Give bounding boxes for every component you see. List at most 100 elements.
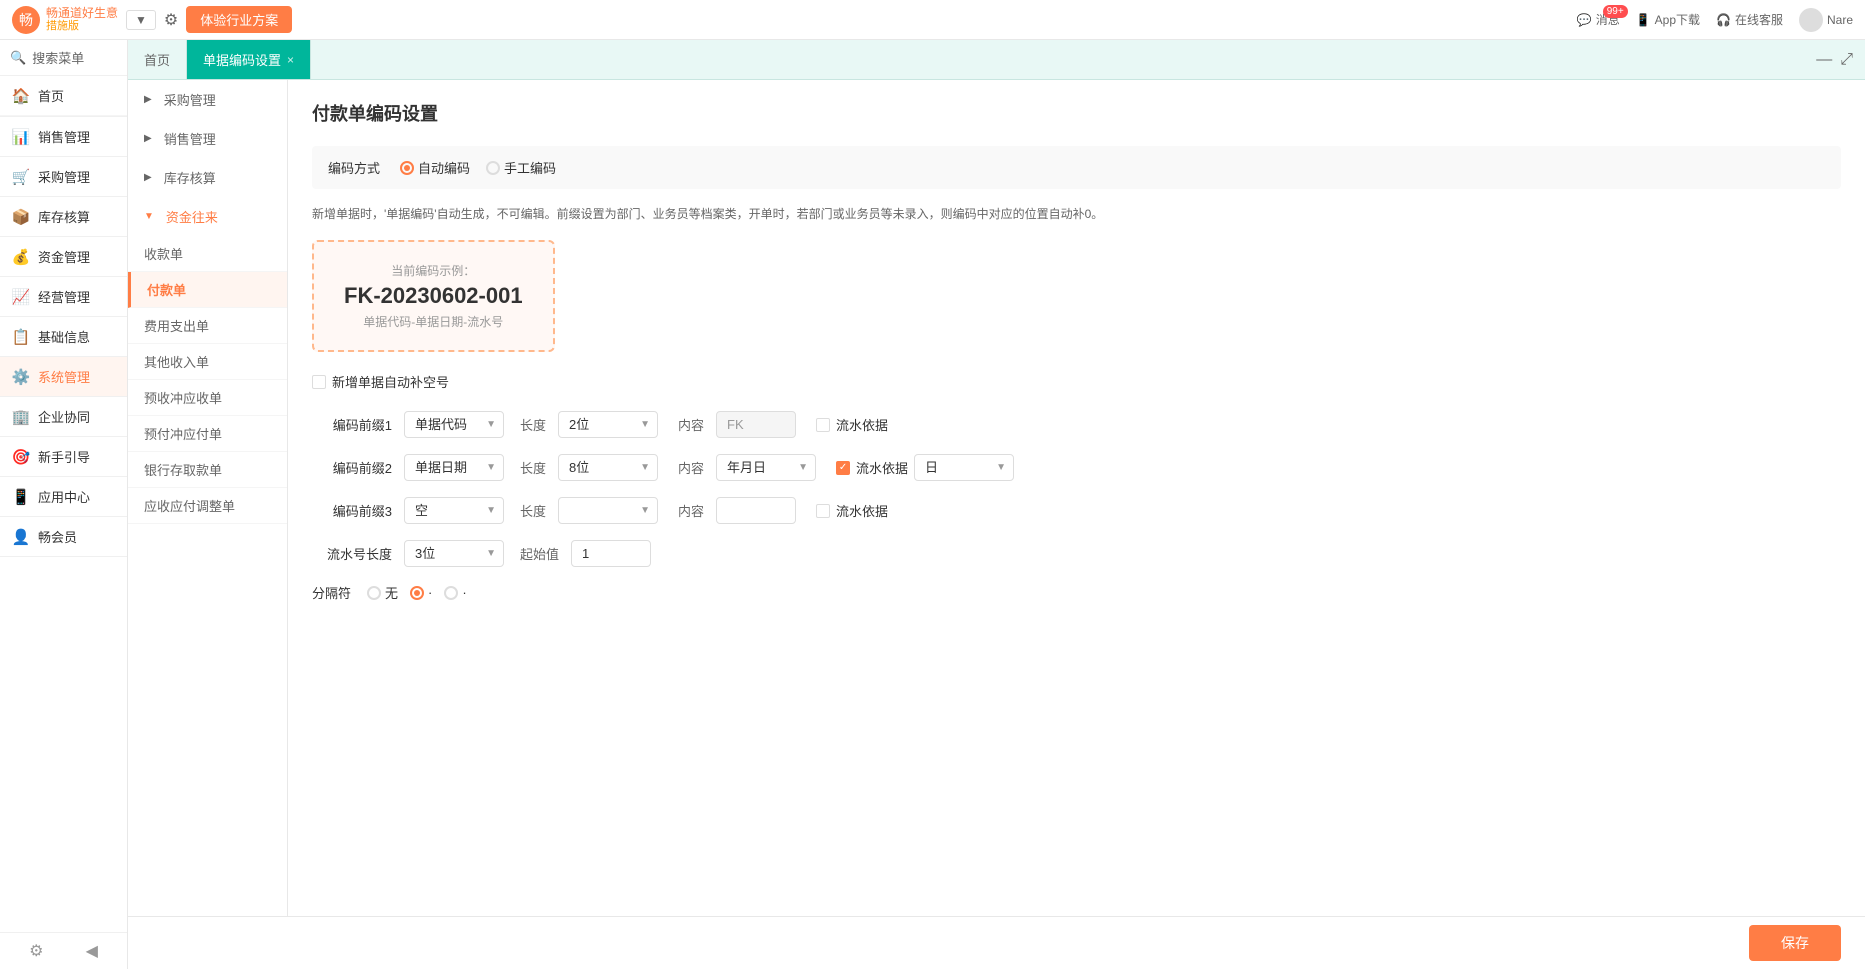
prefix2-flow-period-wrapper: 日	[914, 454, 1014, 481]
prefix3-length-select-wrapper	[558, 497, 658, 524]
manual-encoding-radio[interactable]: 手工编码	[486, 158, 556, 177]
minimize-button[interactable]: —	[1816, 51, 1832, 69]
sidebar-item-sales[interactable]: 📊 销售管理	[0, 117, 127, 156]
nav-inventory: 📦 库存核算	[0, 197, 127, 237]
prefix1-select-wrapper: 单据代码	[404, 411, 504, 438]
prefix1-select[interactable]: 单据代码	[404, 411, 504, 438]
main-layout: 🔍 搜索菜单 🏠 首页 📊 销售管理 🛒 采购管理 📦 库存核算	[0, 40, 1865, 969]
inner-layout: ▶ 采购管理 ▶ 销售管理 ▶ 库存核算 ▼ 资金往来 收款单 付款单	[128, 80, 1865, 916]
nav-system: ⚙️ 系统管理	[0, 357, 127, 397]
prefix3-flow-group: 流水依据	[816, 501, 888, 520]
prefix3-flow-label: 流水依据	[836, 501, 888, 520]
submenu-purchase[interactable]: ▶ 采购管理	[128, 80, 287, 119]
submenu-expense[interactable]: 费用支出单	[128, 308, 287, 344]
top-bar-controls: ▼ ⚙ 体验行业方案	[126, 6, 292, 33]
sep-dash-radio[interactable]: ·	[410, 585, 432, 600]
prefix2-length-select[interactable]: 8位	[558, 454, 658, 481]
separator-row: 分隔符 无 · ·	[312, 583, 1841, 602]
prefix1-length-select-wrapper: 2位	[558, 411, 658, 438]
collapse-sidebar-button[interactable]: ◀	[86, 941, 98, 961]
submenu-receivable-adjust[interactable]: 应收应付调整单	[128, 488, 287, 524]
prefix1-content-input[interactable]	[716, 411, 796, 438]
sidebar-item-home[interactable]: 🏠 首页	[0, 76, 127, 116]
sidebar-item-operations[interactable]: 📈 经营管理	[0, 277, 127, 316]
auto-fill-checkbox[interactable]	[312, 375, 326, 389]
tab-home[interactable]: 首页	[128, 40, 187, 79]
tab-close-icon[interactable]: ×	[287, 53, 294, 67]
save-button[interactable]: 保存	[1749, 925, 1841, 961]
prefix2-select[interactable]: 单据日期	[404, 454, 504, 481]
prefix3-select[interactable]: 空	[404, 497, 504, 524]
start-value-input[interactable]	[571, 540, 651, 567]
prefix2-content-label: 内容	[678, 458, 704, 477]
serial-length-select-wrapper: 3位	[404, 540, 504, 567]
online-service-button[interactable]: 🎧 在线客服	[1716, 11, 1783, 28]
prefix2-flow-checkbox[interactable]: ✓	[836, 461, 850, 475]
experience-button[interactable]: 体验行业方案	[186, 6, 292, 33]
message-icon: 💬	[1577, 13, 1592, 27]
search-icon: 🔍	[10, 50, 26, 66]
nav-finance: 💰 资金管理	[0, 237, 127, 277]
submenu-capital[interactable]: ▼ 资金往来	[128, 197, 287, 236]
sidebar-item-member[interactable]: 👤 畅会员	[0, 517, 127, 556]
auto-encoding-radio[interactable]: 自动编码	[400, 158, 470, 177]
appstore-icon: 📱	[12, 488, 30, 506]
sidebar-item-inventory[interactable]: 📦 库存核算	[0, 197, 127, 236]
prefix1-flow-checkbox[interactable]	[816, 418, 830, 432]
prefix2-flow-label: 流水依据	[856, 458, 908, 477]
logo-icon: 畅	[12, 6, 40, 34]
page-title: 付款单编码设置	[312, 100, 1841, 126]
settings-gear-icon[interactable]: ⚙	[164, 10, 178, 30]
submenu-advance-receive[interactable]: 预收冲应收单	[128, 380, 287, 416]
serial-length-label: 流水号长度	[312, 544, 392, 563]
sep-none-radio[interactable]: 无	[367, 583, 398, 602]
system-icon: ⚙️	[12, 368, 30, 386]
logo-text: 畅通道好生意 措施版	[46, 6, 118, 34]
company-icon: 🏢	[12, 408, 30, 426]
sidebar-item-basic[interactable]: 📋 基础信息	[0, 317, 127, 356]
prefix3-length-select[interactable]	[558, 497, 658, 524]
user-profile[interactable]: Nare	[1799, 8, 1853, 32]
search-menu-button[interactable]: 🔍 搜索菜单	[0, 40, 127, 76]
sep-dash-radio-icon	[410, 586, 424, 600]
member-icon: 👤	[12, 528, 30, 546]
submenu-advance-pay[interactable]: 预付冲应付单	[128, 416, 287, 452]
prefix3-content-label: 内容	[678, 501, 704, 520]
serial-length-select[interactable]: 3位	[404, 540, 504, 567]
sep-dot-radio[interactable]: ·	[444, 585, 466, 600]
prefix2-content-select[interactable]: 年月日	[716, 454, 816, 481]
expand-button[interactable]: ⤢	[1840, 51, 1853, 69]
tab-bar-actions: — ⤢	[1816, 51, 1865, 69]
sidebar-item-finance[interactable]: 💰 资金管理	[0, 237, 127, 276]
submenu-other-income[interactable]: 其他收入单	[128, 344, 287, 380]
sidebar-item-guide[interactable]: 🎯 新手引导	[0, 437, 127, 476]
prefix1-label: 编码前缀1	[312, 415, 392, 434]
prefix1-content-label: 内容	[678, 415, 704, 434]
prefix2-flow-period-select[interactable]: 日	[914, 454, 1014, 481]
submenu-payment[interactable]: 付款单	[128, 272, 287, 308]
submenu-bank-deposit[interactable]: 银行存取款单	[128, 452, 287, 488]
prefix1-flow-group: 流水依据	[816, 415, 888, 434]
submenu-sales[interactable]: ▶ 销售管理	[128, 119, 287, 158]
submenu-panel: ▶ 采购管理 ▶ 销售管理 ▶ 库存核算 ▼ 资金往来 收款单 付款单	[128, 80, 288, 916]
nav-company: 🏢 企业协同	[0, 397, 127, 437]
workspace-dropdown[interactable]: ▼	[126, 10, 156, 30]
preview-code: FK-20230602-001	[344, 283, 523, 309]
nav-basic: 📋 基础信息	[0, 317, 127, 357]
sidebar-item-system[interactable]: ⚙️ 系统管理	[0, 357, 127, 396]
manual-encoding-radio-icon	[486, 161, 500, 175]
message-button[interactable]: 💬 消息 99+	[1577, 11, 1620, 28]
app-download-button[interactable]: 📱 App下载	[1636, 11, 1700, 28]
submenu-inventory[interactable]: ▶ 库存核算	[128, 158, 287, 197]
sidebar-item-appstore[interactable]: 📱 应用中心	[0, 477, 127, 516]
main-form-area: 付款单编码设置 编码方式 自动编码 手工编码	[288, 80, 1865, 916]
submenu-receipt[interactable]: 收款单	[128, 236, 287, 272]
sidebar-item-company[interactable]: 🏢 企业协同	[0, 397, 127, 436]
tab-code-setting[interactable]: 单据编码设置 ×	[187, 40, 311, 79]
prefix3-flow-checkbox[interactable]	[816, 504, 830, 518]
app-download-icon: 📱	[1636, 13, 1651, 27]
prefix3-content-input[interactable]	[716, 497, 796, 524]
settings-bottom-button[interactable]: ⚙	[29, 941, 43, 961]
prefix1-length-select[interactable]: 2位	[558, 411, 658, 438]
sidebar-item-purchase[interactable]: 🛒 采购管理	[0, 157, 127, 196]
